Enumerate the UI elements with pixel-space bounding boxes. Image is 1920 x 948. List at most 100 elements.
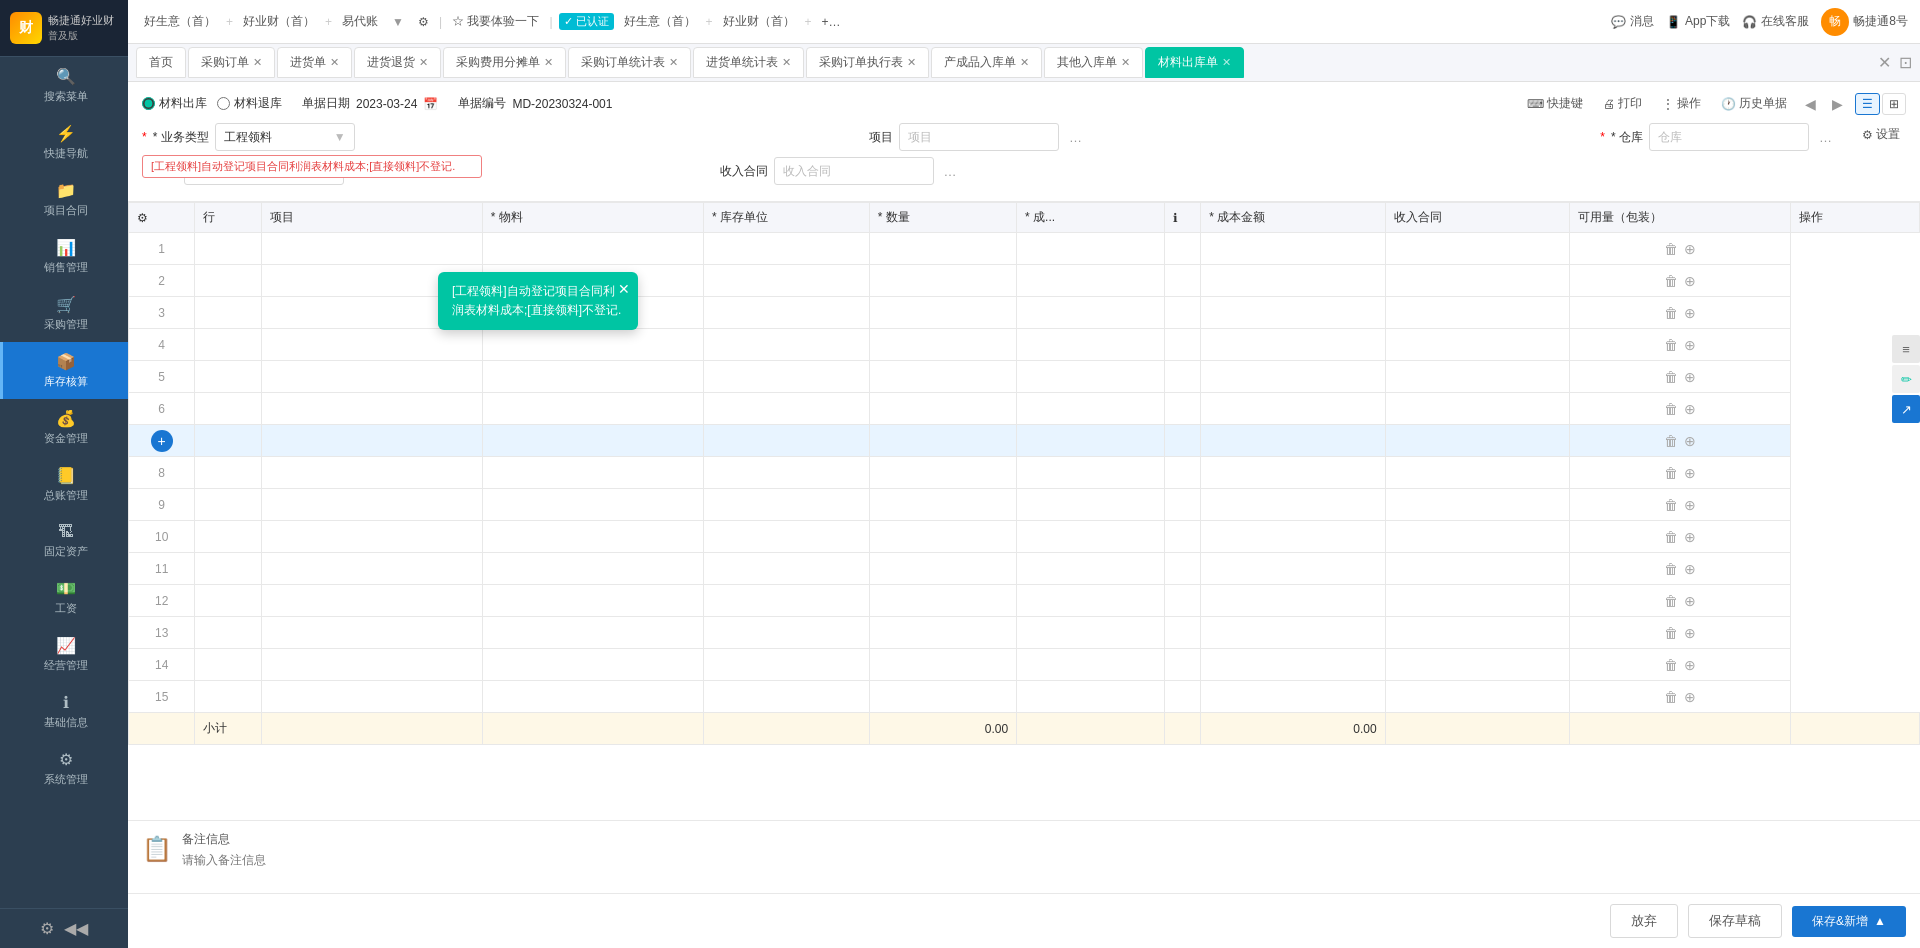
right-sidebar-btn-list[interactable]: ≡ [1892, 335, 1920, 363]
income-contract-input[interactable]: 收入合同 [774, 157, 934, 185]
restore-window-btn[interactable]: ⊡ [1899, 53, 1912, 72]
cell-4-unit[interactable] [482, 329, 703, 361]
cell-1-unit[interactable] [482, 233, 703, 265]
cell-3-project[interactable] [195, 297, 261, 329]
cell-4-qty[interactable] [703, 329, 869, 361]
cell-5-material[interactable] [261, 361, 482, 393]
close-window-btn[interactable]: ✕ [1878, 53, 1891, 72]
save-new-button[interactable]: 保存&新增 ▲ [1792, 906, 1906, 937]
tab-product-inbound-close[interactable]: ✕ [1020, 56, 1029, 69]
delete-row-13-icon[interactable]: 🗑 [1664, 625, 1678, 641]
history-btn[interactable]: 🕐 历史单据 [1715, 92, 1793, 115]
copy-row-7-icon[interactable]: ⊕ [1684, 433, 1696, 449]
tab-purchase-stats[interactable]: 采购订单统计表 ✕ [568, 47, 691, 78]
copy-row-3-icon[interactable]: ⊕ [1684, 305, 1696, 321]
tab-incoming-return[interactable]: 进货退货 ✕ [354, 47, 441, 78]
copy-row-1-icon[interactable]: ⊕ [1684, 241, 1696, 257]
cell-3-cost[interactable] [869, 297, 1016, 329]
topbar-nav-haoYeCai2[interactable]: 好业财（首） [719, 11, 799, 32]
col-settings[interactable]: ⚙ [129, 203, 195, 233]
cell-3-contract[interactable] [1201, 297, 1385, 329]
cell-4-cost[interactable] [869, 329, 1016, 361]
radio-material-out[interactable]: 材料出库 [142, 95, 207, 112]
tab-purchase-expense[interactable]: 采购费用分摊单 ✕ [443, 47, 566, 78]
print-btn[interactable]: 🖨 打印 [1597, 92, 1648, 115]
delete-row-2-icon[interactable]: 🗑 [1664, 273, 1678, 289]
tab-purchase-expense-close[interactable]: ✕ [544, 56, 553, 69]
cell-2-amount[interactable] [1164, 265, 1201, 297]
topbar-nav-haoYeCai[interactable]: 好业财（首） [239, 11, 319, 32]
cell-7-cost[interactable] [869, 425, 1016, 457]
income-contract-ellipsis-btn[interactable]: … [940, 164, 961, 179]
delete-row-9-icon[interactable]: 🗑 [1664, 497, 1678, 513]
cell-7-col2[interactable] [195, 425, 261, 457]
project-input[interactable]: 项目 [899, 123, 1059, 151]
warehouse-ellipsis-btn[interactable]: … [1815, 130, 1836, 145]
add-row-btn[interactable]: + [151, 430, 173, 452]
tab-incoming-return-close[interactable]: ✕ [419, 56, 428, 69]
save-draft-button[interactable]: 保存草稿 [1688, 904, 1782, 938]
discard-button[interactable]: 放弃 [1610, 904, 1678, 938]
delete-row-14-icon[interactable]: 🗑 [1664, 657, 1678, 673]
radio-material-return[interactable]: 材料退库 [217, 95, 282, 112]
topbar-nav-more[interactable]: +… [818, 13, 845, 31]
cell-7-contract[interactable] [1201, 425, 1385, 457]
cell-1-material[interactable] [261, 233, 482, 265]
copy-row-11-icon[interactable]: ⊕ [1684, 561, 1696, 577]
sidebar-item-system[interactable]: ⚙ 系统管理 [0, 740, 128, 797]
cell-3-qty[interactable] [703, 297, 869, 329]
settings-btn[interactable]: ⚙ 设置 [1856, 123, 1906, 146]
tab-material-outbound-close[interactable]: ✕ [1222, 56, 1231, 69]
shortcut-btn[interactable]: ⌨ 快捷键 [1521, 92, 1589, 115]
sidebar-item-inventory[interactable]: 📦 库存核算 [0, 342, 128, 399]
cell-6-qty[interactable] [703, 393, 869, 425]
cell-6-amount[interactable] [1164, 393, 1201, 425]
app-download-btn[interactable]: 📱 App下载 [1666, 13, 1730, 30]
tab-incoming-close[interactable]: ✕ [330, 56, 339, 69]
cell-1-project[interactable] [195, 233, 261, 265]
sidebar-item-operations[interactable]: 📈 经营管理 [0, 626, 128, 683]
cell-3-amount[interactable] [1164, 297, 1201, 329]
delete-row-4-icon[interactable]: 🗑 [1664, 337, 1678, 353]
sidebar-item-project[interactable]: 📁 项目合同 [0, 171, 128, 228]
sidebar-item-quicknav[interactable]: ⚡ 快捷导航 [0, 114, 128, 171]
cell-5-qty[interactable] [703, 361, 869, 393]
copy-row-14-icon[interactable]: ⊕ [1684, 657, 1696, 673]
date-value[interactable]: 2023-03-24 [356, 97, 417, 111]
sidebar-item-sales[interactable]: 📊 销售管理 [0, 228, 128, 285]
cell-2-contract[interactable] [1201, 265, 1385, 297]
green-tooltip-close-btn[interactable]: ✕ [618, 278, 630, 300]
cell-1-contract[interactable] [1201, 233, 1385, 265]
cell-5-contract[interactable] [1201, 361, 1385, 393]
cell-2-cost[interactable] [869, 265, 1016, 297]
message-btn[interactable]: 💬 消息 [1611, 13, 1654, 30]
online-service-btn[interactable]: 🎧 在线客服 [1742, 13, 1809, 30]
cell-1-cost[interactable] [869, 233, 1016, 265]
cell-3-avail[interactable] [1385, 297, 1569, 329]
copy-row-10-icon[interactable]: ⊕ [1684, 529, 1696, 545]
cell-2-project[interactable] [195, 265, 261, 297]
cell-4-contract[interactable] [1201, 329, 1385, 361]
cell-1-avail[interactable] [1385, 233, 1569, 265]
cell-7-unit[interactable] [482, 425, 703, 457]
tab-purchase-order[interactable]: 采购订单 ✕ [188, 47, 275, 78]
topbar-nav-haoShengYi[interactable]: 好生意（首） [140, 11, 220, 32]
cell-6-contract[interactable] [1201, 393, 1385, 425]
warehouse-input[interactable]: 仓库 [1649, 123, 1809, 151]
cell-7-col3[interactable] [261, 425, 482, 457]
notes-input[interactable] [182, 852, 1906, 880]
cell-6-project[interactable] [195, 393, 261, 425]
cell-5-avail[interactable] [1385, 361, 1569, 393]
sidebar-item-salary[interactable]: 💵 工资 [0, 569, 128, 626]
tab-other-inbound-close[interactable]: ✕ [1121, 56, 1130, 69]
tab-incoming-stats[interactable]: 进货单统计表 ✕ [693, 47, 804, 78]
topbar-nav-dropdown[interactable]: ▼ [388, 13, 408, 31]
cell-6-cost[interactable] [869, 393, 1016, 425]
collapse-icon[interactable]: ◀◀ [64, 919, 88, 938]
cell-1-qty[interactable] [703, 233, 869, 265]
delete-row-15-icon[interactable]: 🗑 [1664, 689, 1678, 705]
cell-5-unit[interactable] [482, 361, 703, 393]
operations-btn[interactable]: ⋮ 操作 [1656, 92, 1707, 115]
cell-5-amount[interactable] [1164, 361, 1201, 393]
copy-row-5-icon[interactable]: ⊕ [1684, 369, 1696, 385]
